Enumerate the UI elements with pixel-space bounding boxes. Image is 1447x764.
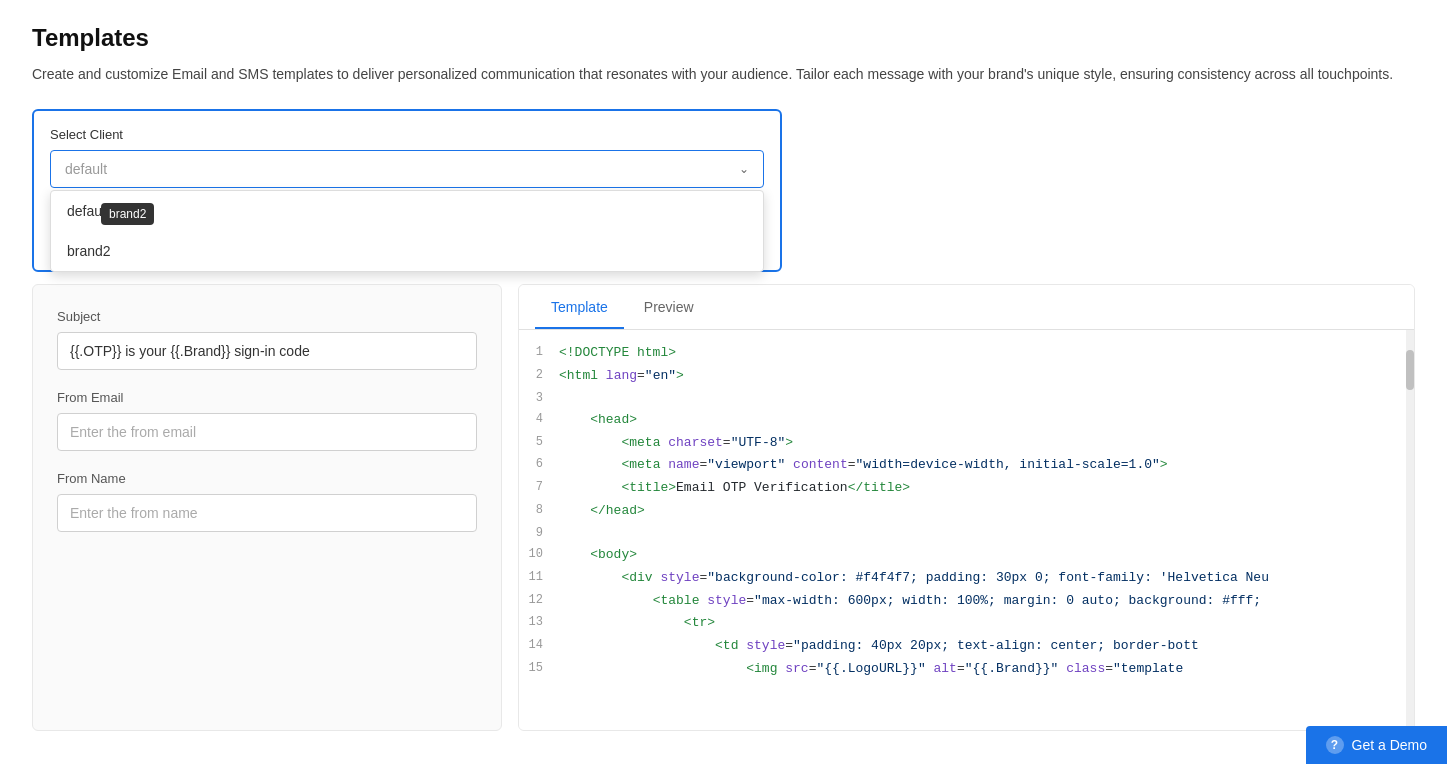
select-client-box: Select Client default ⌄ default brand2 b… <box>32 109 782 272</box>
dropdown-placeholder: default <box>65 161 107 177</box>
subject-label: Subject <box>57 309 477 324</box>
dropdown-item-default[interactable]: default <box>51 191 763 231</box>
dropdown-menu: default brand2 brand2 <box>50 190 764 272</box>
get-demo-button[interactable]: ? Get a Demo <box>1306 726 1447 764</box>
from-email-field-group: From Email <box>57 390 477 451</box>
from-name-input[interactable] <box>57 494 477 532</box>
get-demo-label: Get a Demo <box>1352 737 1427 753</box>
select-client-dropdown[interactable]: default ⌄ <box>50 150 764 188</box>
scrollbar[interactable] <box>1406 330 1414 730</box>
right-panel: Template Preview 1 <!DOCTYPE html> 2 <ht… <box>518 284 1415 731</box>
dropdown-wrapper: default ⌄ default brand2 brand2 <box>50 150 764 188</box>
code-line-11: 11 <div style="background-color: #f4f4f7… <box>519 567 1414 590</box>
from-email-input[interactable] <box>57 413 477 451</box>
code-line-15: 15 <img src="{{.LogoURL}}" alt="{{.Brand… <box>519 658 1414 681</box>
from-name-label: From Name <box>57 471 477 486</box>
tabs-bar: Template Preview <box>519 285 1414 330</box>
page-title: Templates <box>32 24 1415 52</box>
code-line-14: 14 <td style="padding: 40px 20px; text-a… <box>519 635 1414 658</box>
page-wrapper: Templates Create and customize Email and… <box>0 0 1447 764</box>
select-client-label: Select Client <box>50 127 764 142</box>
subject-input[interactable] <box>57 332 477 370</box>
code-line-6: 6 <meta name="viewport" content="width=d… <box>519 454 1414 477</box>
code-line-4: 4 <head> <box>519 409 1414 432</box>
tab-template[interactable]: Template <box>535 285 624 329</box>
scrollbar-thumb[interactable] <box>1406 350 1414 390</box>
code-line-3: 3 <box>519 388 1414 409</box>
help-icon: ? <box>1326 736 1344 754</box>
main-content: Subject From Email From Name Template Pr… <box>32 284 1415 731</box>
code-line-1: 1 <!DOCTYPE html> <box>519 342 1414 365</box>
code-line-12: 12 <table style="max-width: 600px; width… <box>519 590 1414 613</box>
code-editor[interactable]: 1 <!DOCTYPE html> 2 <html lang="en"> 3 4… <box>519 330 1414 730</box>
code-line-8: 8 </head> <box>519 500 1414 523</box>
tab-preview[interactable]: Preview <box>628 285 710 329</box>
page-description: Create and customize Email and SMS templ… <box>32 64 1402 85</box>
code-line-5: 5 <meta charset="UTF-8"> <box>519 432 1414 455</box>
code-line-7: 7 <title>Email OTP Verification</title> <box>519 477 1414 500</box>
chevron-down-icon: ⌄ <box>739 162 749 176</box>
subject-field-group: Subject <box>57 309 477 370</box>
code-line-10: 10 <body> <box>519 544 1414 567</box>
dropdown-tooltip: brand2 <box>101 203 154 225</box>
code-line-2: 2 <html lang="en"> <box>519 365 1414 388</box>
code-line-13: 13 <tr> <box>519 612 1414 635</box>
from-email-label: From Email <box>57 390 477 405</box>
from-name-field-group: From Name <box>57 471 477 532</box>
code-line-9: 9 <box>519 523 1414 544</box>
left-panel: Subject From Email From Name <box>32 284 502 731</box>
dropdown-item-brand2[interactable]: brand2 brand2 <box>51 231 763 271</box>
